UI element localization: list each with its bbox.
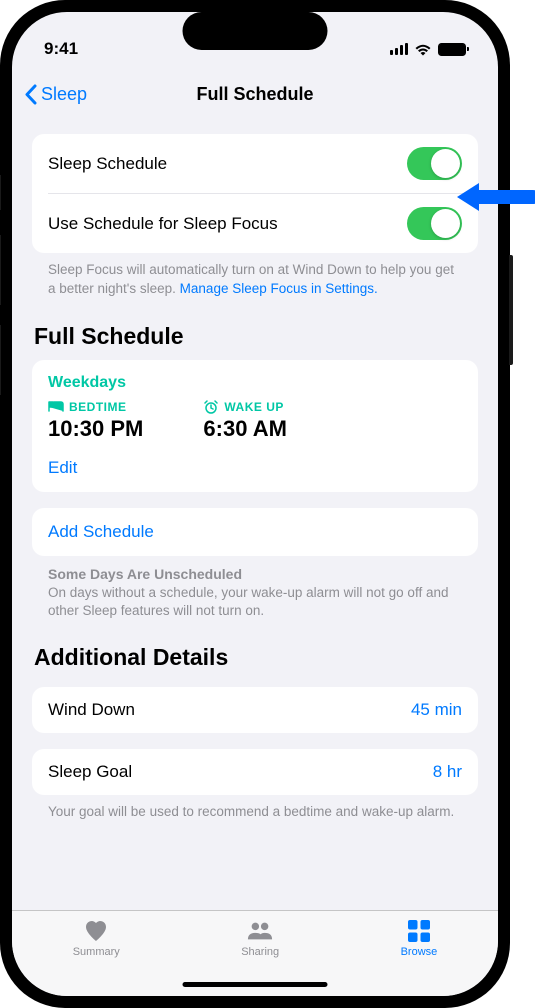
use-focus-label: Use Schedule for Sleep Focus <box>48 214 278 234</box>
unscheduled-text: On days without a schedule, your wake-up… <box>32 582 478 620</box>
wind-down-card[interactable]: Wind Down 45 min <box>32 687 478 733</box>
edit-schedule-button[interactable]: Edit <box>48 458 462 478</box>
tab-bar: Summary Sharing Browse <box>12 910 498 996</box>
manage-focus-link[interactable]: Manage Sleep Focus in Settings. <box>180 281 378 296</box>
goal-footer: Your goal will be used to recommend a be… <box>32 795 478 842</box>
battery-icon <box>438 43 466 56</box>
dynamic-island <box>183 12 328 50</box>
bed-icon <box>48 401 64 412</box>
additional-details-header: Additional Details <box>32 644 478 671</box>
heart-icon <box>83 919 109 943</box>
sleep-goal-label: Sleep Goal <box>48 762 132 782</box>
bedtime-value: 10:30 PM <box>48 416 143 442</box>
full-schedule-header: Full Schedule <box>32 323 478 350</box>
wifi-icon <box>414 43 432 56</box>
schedule-days: Weekdays <box>48 374 462 392</box>
sleep-schedule-row: Sleep Schedule <box>32 134 478 193</box>
back-button[interactable]: Sleep <box>24 84 87 105</box>
page-title: Full Schedule <box>196 84 313 105</box>
back-label: Sleep <box>41 84 87 105</box>
add-schedule-button[interactable]: Add Schedule <box>48 522 154 541</box>
people-icon <box>247 919 273 943</box>
content-scroll[interactable]: Sleep Schedule Use Schedule for Sleep Fo… <box>12 118 498 910</box>
toggles-card: Sleep Schedule Use Schedule for Sleep Fo… <box>32 134 478 253</box>
add-schedule-card[interactable]: Add Schedule <box>32 508 478 556</box>
sleep-schedule-toggle[interactable] <box>407 147 462 180</box>
wind-down-label: Wind Down <box>48 700 135 720</box>
navigation-bar: Sleep Full Schedule <box>12 70 498 118</box>
chevron-left-icon <box>24 84 37 105</box>
focus-footer: Sleep Focus will automatically turn on a… <box>32 253 478 299</box>
schedule-card: Weekdays BEDTIME 10:30 PM WAKE UP <box>32 360 478 492</box>
wakeup-column: WAKE UP 6:30 AM <box>203 400 287 442</box>
alarm-icon <box>203 400 219 414</box>
sleep-goal-card[interactable]: Sleep Goal 8 hr <box>32 749 478 795</box>
callout-arrow <box>455 177 535 222</box>
status-time: 9:41 <box>44 39 78 59</box>
grid-icon <box>406 919 432 943</box>
tab-summary[interactable]: Summary <box>73 919 120 996</box>
sleep-goal-value: 8 hr <box>433 762 462 782</box>
wind-down-value: 45 min <box>411 700 462 720</box>
bedtime-column: BEDTIME 10:30 PM <box>48 400 143 442</box>
sleep-schedule-label: Sleep Schedule <box>48 154 167 174</box>
tab-browse[interactable]: Browse <box>401 919 438 996</box>
use-focus-toggle[interactable] <box>407 207 462 240</box>
wakeup-value: 6:30 AM <box>203 416 287 442</box>
use-focus-row: Use Schedule for Sleep Focus <box>32 194 478 253</box>
unscheduled-title: Some Days Are Unscheduled <box>32 566 478 582</box>
home-indicator[interactable] <box>183 982 328 987</box>
phone-frame: 9:41 Sleep Full Schedule <box>0 0 510 1008</box>
cellular-icon <box>390 43 409 56</box>
